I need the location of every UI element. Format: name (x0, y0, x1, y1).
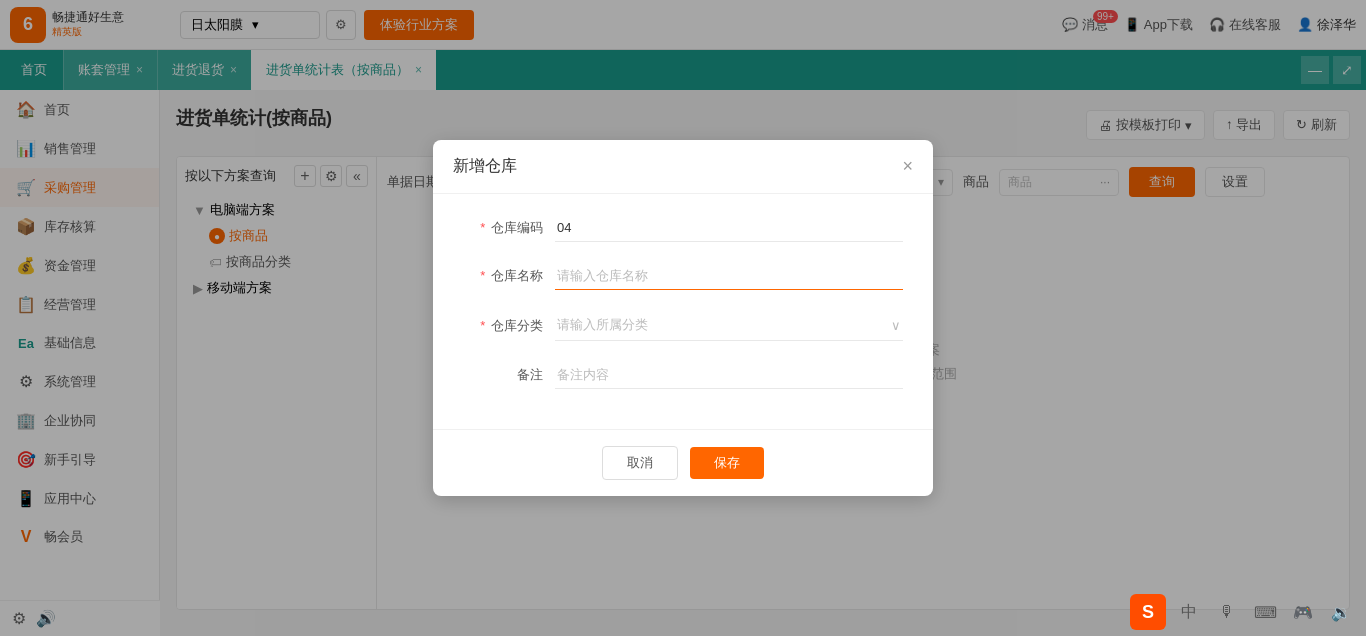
category-label: * 仓库分类 (463, 317, 543, 335)
keyboard-icon[interactable]: ⌨ (1250, 597, 1280, 627)
save-button[interactable]: 保存 (690, 447, 764, 479)
name-input[interactable] (555, 262, 903, 290)
chinese-input-icon[interactable]: 中 (1174, 597, 1204, 627)
mic-icon[interactable]: 🎙 (1212, 597, 1242, 627)
form-row-note: 备注 (463, 361, 903, 389)
add-warehouse-dialog: 新增仓库 × * 仓库编码 * 仓库名称 (433, 140, 933, 496)
volume-down-icon[interactable]: 🔉 (1326, 597, 1356, 627)
category-arrow-icon: ∨ (891, 318, 901, 333)
form-row-category: * 仓库分类 请输入所属分类 ∨ (463, 310, 903, 341)
dialog-footer: 取消 保存 (433, 429, 933, 496)
category-placeholder: 请输入所属分类 (557, 316, 648, 334)
category-select[interactable]: 请输入所属分类 ∨ (555, 310, 903, 341)
gamepad-icon[interactable]: 🎮 (1288, 597, 1318, 627)
note-input[interactable] (555, 361, 903, 389)
note-label: 备注 (463, 366, 543, 384)
cancel-button[interactable]: 取消 (602, 446, 678, 480)
dialog-header: 新增仓库 × (433, 140, 933, 194)
dialog-body: * 仓库编码 * 仓库名称 * 仓库分类 请输入所属 (433, 194, 933, 429)
dialog-title: 新增仓库 (453, 156, 517, 177)
modal-overlay: 新增仓库 × * 仓库编码 * 仓库名称 (0, 0, 1366, 636)
s-icon: S (1130, 594, 1166, 630)
code-input[interactable] (555, 214, 903, 242)
code-label: * 仓库编码 (463, 219, 543, 237)
footer-icons: S 中 🎙 ⌨ 🎮 🔉 (1130, 594, 1356, 630)
name-label: * 仓库名称 (463, 267, 543, 285)
form-row-code: * 仓库编码 (463, 214, 903, 242)
dialog-close-button[interactable]: × (902, 156, 913, 177)
form-row-name: * 仓库名称 (463, 262, 903, 290)
